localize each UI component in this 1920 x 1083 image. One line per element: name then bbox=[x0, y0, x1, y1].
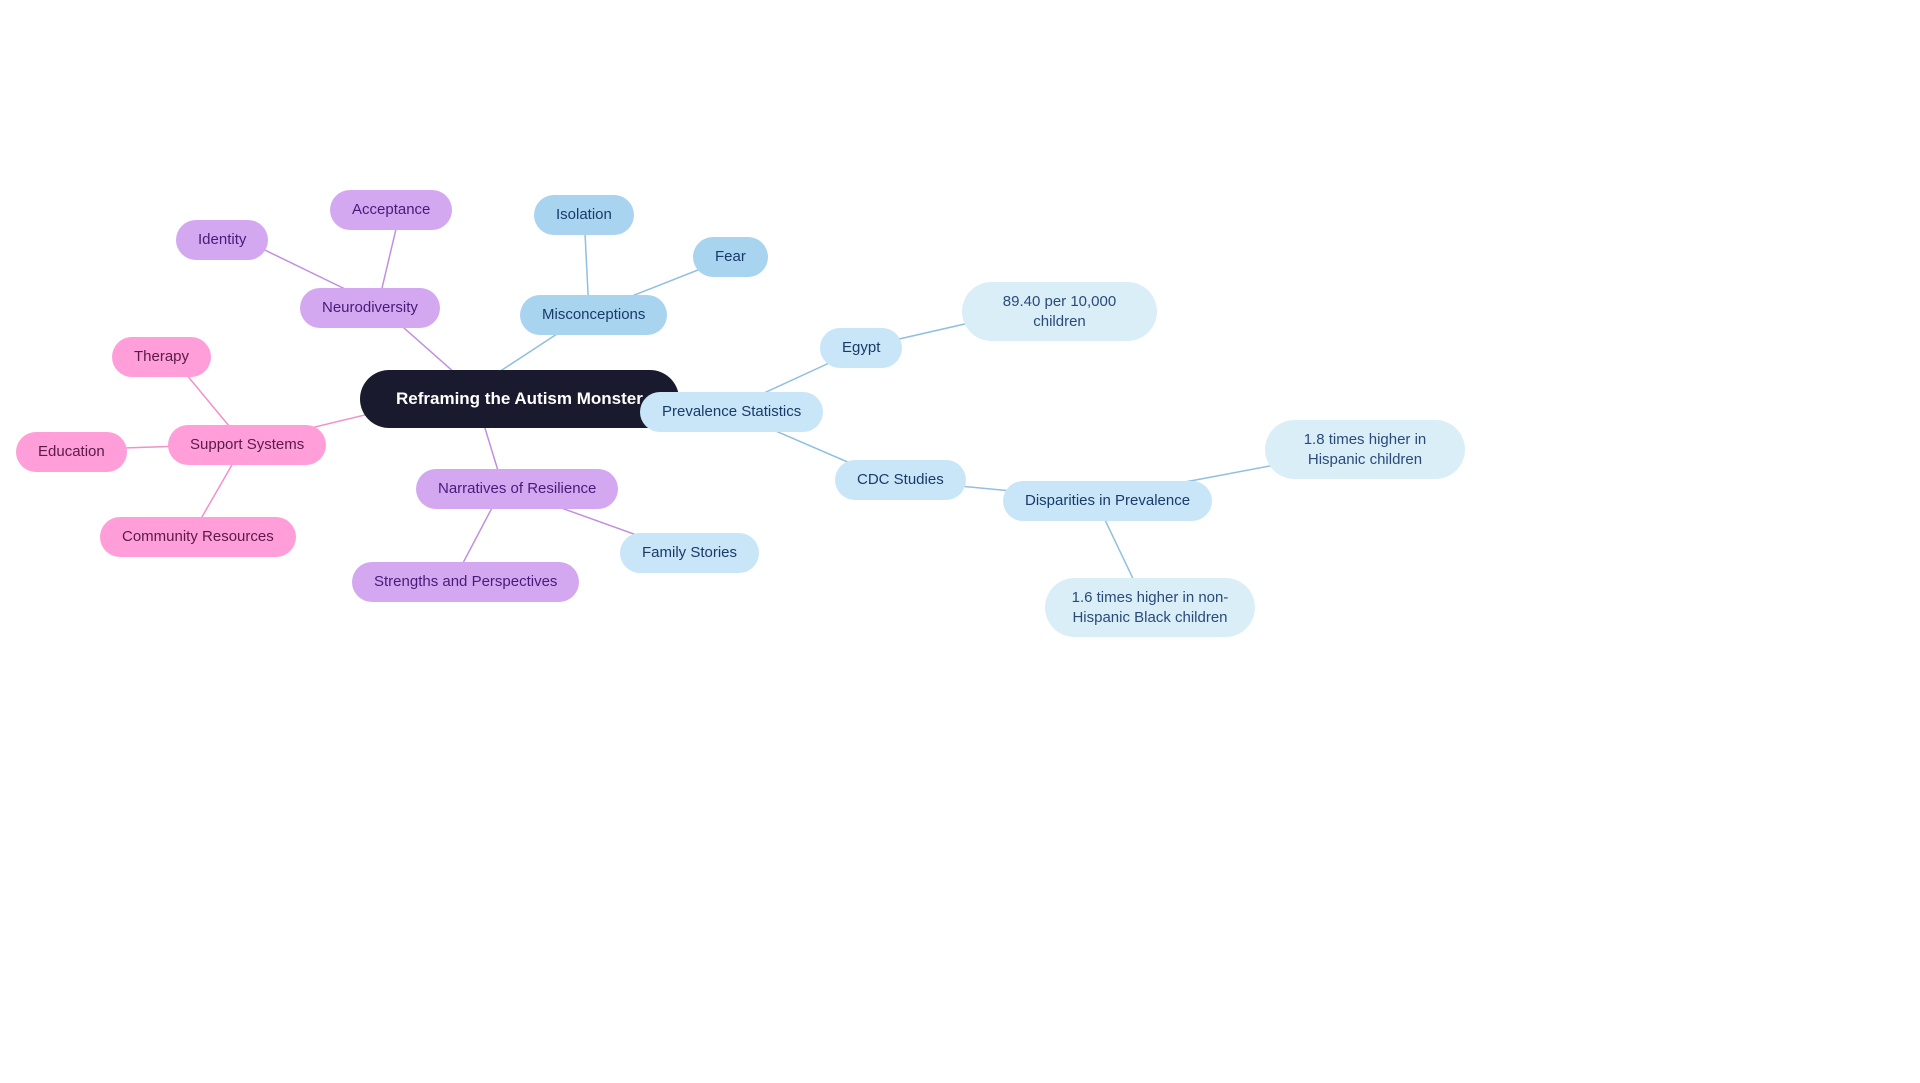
node-isolation[interactable]: Isolation bbox=[534, 195, 634, 235]
node-community-resources[interactable]: Community Resources bbox=[100, 517, 296, 557]
node-neurodiversity[interactable]: Neurodiversity bbox=[300, 288, 440, 328]
node-strengths[interactable]: Strengths and Perspectives bbox=[352, 562, 579, 602]
node-stat-hispanic[interactable]: 1.8 times higher in Hispanic children bbox=[1265, 420, 1465, 479]
node-misconceptions[interactable]: Misconceptions bbox=[520, 295, 667, 335]
node-education[interactable]: Education bbox=[16, 432, 127, 472]
node-cdc-studies[interactable]: CDC Studies bbox=[835, 460, 966, 500]
node-stat-89[interactable]: 89.40 per 10,000 children bbox=[962, 282, 1157, 341]
center-node[interactable]: Reframing the Autism Monster bbox=[360, 370, 679, 428]
node-egypt[interactable]: Egypt bbox=[820, 328, 902, 368]
node-disparities[interactable]: Disparities in Prevalence bbox=[1003, 481, 1212, 521]
node-prevalence-statistics[interactable]: Prevalence Statistics bbox=[640, 392, 823, 432]
node-support-systems[interactable]: Support Systems bbox=[168, 425, 326, 465]
node-stat-black[interactable]: 1.6 times higher in non-Hispanic Black c… bbox=[1045, 578, 1255, 637]
node-acceptance[interactable]: Acceptance bbox=[330, 190, 452, 230]
node-narratives[interactable]: Narratives of Resilience bbox=[416, 469, 618, 509]
node-identity[interactable]: Identity bbox=[176, 220, 268, 260]
node-fear[interactable]: Fear bbox=[693, 237, 768, 277]
node-family-stories[interactable]: Family Stories bbox=[620, 533, 759, 573]
node-therapy[interactable]: Therapy bbox=[112, 337, 211, 377]
